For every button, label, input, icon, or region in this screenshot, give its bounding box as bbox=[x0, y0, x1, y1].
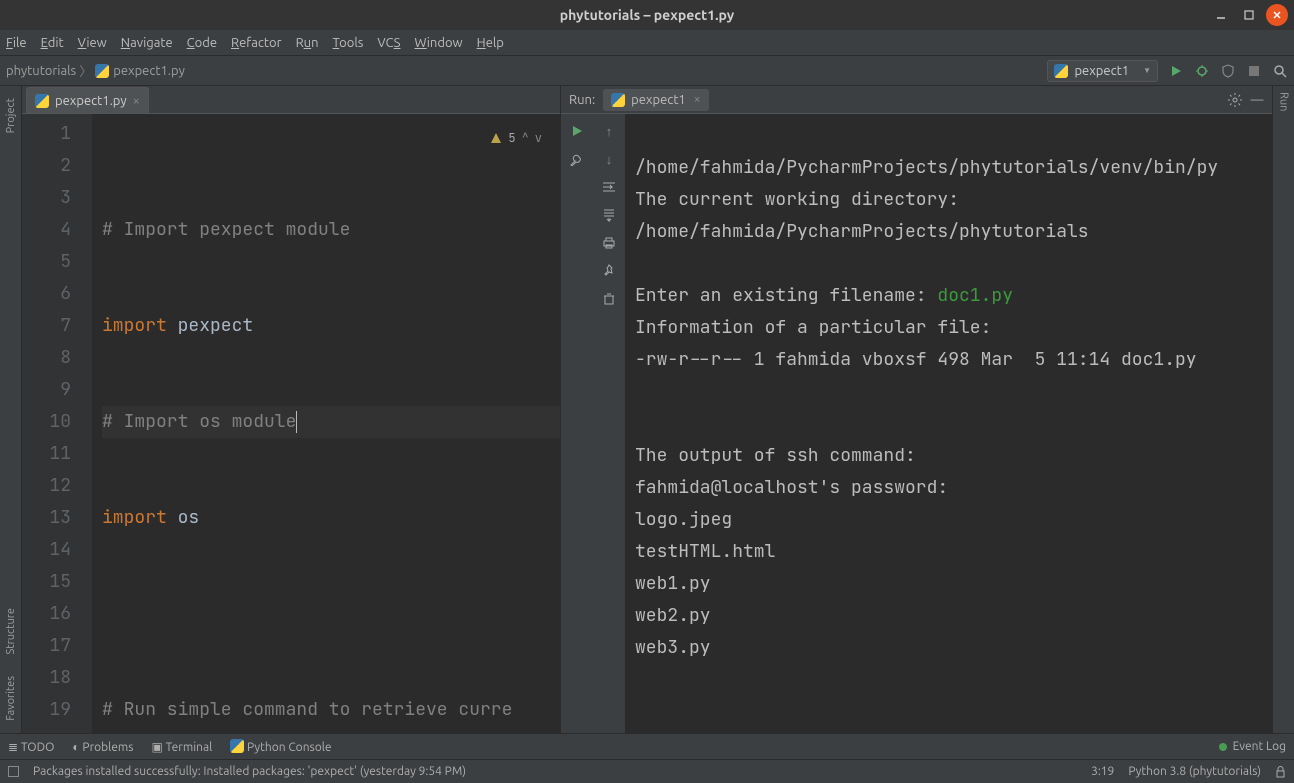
python-icon bbox=[611, 93, 625, 107]
run-panel-header: Run: pexpect1 × — bbox=[561, 86, 1272, 114]
breadcrumb-file[interactable]: pexpect1.py bbox=[113, 64, 185, 78]
scroll-to-end-icon[interactable] bbox=[600, 206, 618, 224]
line-number-gutter: 12345678910111213141516171819 bbox=[22, 114, 92, 733]
terminal-tool[interactable]: ▣ Terminal bbox=[151, 740, 212, 754]
print-icon[interactable] bbox=[600, 234, 618, 252]
menu-run[interactable]: Run bbox=[296, 36, 319, 50]
toolwindow-run[interactable]: Run bbox=[1278, 86, 1290, 117]
toolwindow-structure[interactable]: Structure bbox=[5, 602, 17, 661]
menu-help[interactable]: Help bbox=[477, 36, 504, 50]
event-log-tool[interactable]: Event Log bbox=[1233, 740, 1286, 753]
minimize-button[interactable] bbox=[1210, 4, 1232, 26]
bottom-toolbar: ≣ TODO ◐ Problems ▣ Terminal Python Cons… bbox=[0, 733, 1294, 759]
pin-icon[interactable] bbox=[600, 262, 618, 280]
menu-view[interactable]: View bbox=[78, 36, 107, 50]
toolwindow-favorites[interactable]: Favorites bbox=[5, 670, 17, 727]
run-config-name: pexpect1 bbox=[1074, 64, 1129, 78]
close-run-tab-icon[interactable]: × bbox=[694, 93, 701, 106]
menu-window[interactable]: Window bbox=[414, 36, 462, 50]
up-arrow-icon[interactable]: ↑ bbox=[600, 122, 618, 140]
breadcrumb: phytutorials 〉 pexpect1.py bbox=[6, 61, 185, 80]
right-tool-gutter: Run bbox=[1272, 86, 1294, 733]
menu-file[interactable]: File bbox=[6, 36, 27, 50]
run-console[interactable]: /home/fahmida/PycharmProjects/phytutoria… bbox=[625, 114, 1272, 733]
rerun-icon[interactable] bbox=[568, 122, 586, 140]
run-toolbar-left bbox=[561, 114, 593, 733]
trash-icon[interactable] bbox=[600, 290, 618, 308]
stop-icon[interactable] bbox=[1246, 63, 1262, 79]
softwrap-icon[interactable] bbox=[600, 178, 618, 196]
lock-icon[interactable] bbox=[1275, 766, 1286, 778]
code-content[interactable]: 5 ^v # Import pexpect module import pexp… bbox=[92, 114, 560, 733]
python-icon bbox=[1054, 64, 1068, 78]
close-tab-icon[interactable]: × bbox=[133, 94, 140, 108]
run-panel-tab[interactable]: pexpect1 × bbox=[603, 89, 708, 111]
statusbar: Packages installed successfully: Install… bbox=[0, 759, 1294, 783]
caret-position: 3:19 bbox=[1091, 765, 1114, 778]
run-panel-label: Run: bbox=[569, 93, 595, 107]
run-configuration-selector[interactable]: pexpect1 ▼ bbox=[1047, 60, 1158, 82]
wrench-icon[interactable] bbox=[568, 150, 586, 168]
run-icon[interactable] bbox=[1168, 63, 1184, 79]
maximize-button[interactable] bbox=[1238, 4, 1260, 26]
debug-icon[interactable] bbox=[1194, 63, 1210, 79]
editor-tabs: pexpect1.py × bbox=[22, 86, 560, 114]
problems-tool[interactable]: ◐ Problems bbox=[72, 740, 133, 754]
run-toolbar-right: ↑ ↓ bbox=[593, 114, 625, 733]
python-file-icon bbox=[95, 64, 109, 78]
hide-panel-icon[interactable]: — bbox=[1250, 93, 1264, 107]
titlebar: phytutorials – pexpect1.py bbox=[0, 0, 1294, 30]
close-button[interactable] bbox=[1266, 4, 1288, 26]
menu-edit[interactable]: Edit bbox=[41, 36, 64, 50]
menu-navigate[interactable]: Navigate bbox=[121, 36, 173, 50]
toolwindow-toggle-icon[interactable] bbox=[8, 766, 19, 777]
toolwindow-project[interactable]: Project bbox=[5, 92, 17, 139]
editor-area: pexpect1.py × 12345678910111213141516171… bbox=[22, 86, 560, 733]
down-arrow-icon[interactable]: ↓ bbox=[600, 150, 618, 168]
code-editor[interactable]: 12345678910111213141516171819 5 ^v # Imp… bbox=[22, 114, 560, 733]
run-panel: Run: pexpect1 × — ↑ ↓ bbox=[560, 86, 1272, 733]
coverage-icon[interactable] bbox=[1220, 63, 1236, 79]
todo-tool[interactable]: ≣ TODO bbox=[8, 740, 54, 754]
menubar: File Edit View Navigate Code Refactor Ru… bbox=[0, 30, 1294, 56]
menu-tools[interactable]: Tools bbox=[333, 36, 364, 50]
left-tool-gutter: Project Structure Favorites bbox=[0, 86, 22, 733]
menu-vcs[interactable]: VCS bbox=[377, 36, 400, 50]
menu-code[interactable]: Code bbox=[187, 36, 217, 50]
gear-icon[interactable] bbox=[1228, 93, 1242, 107]
window-title: phytutorials – pexpect1.py bbox=[560, 7, 734, 23]
navbar: phytutorials 〉 pexpect1.py pexpect1 ▼ bbox=[0, 56, 1294, 86]
python-console-tool[interactable]: Python Console bbox=[230, 739, 331, 754]
search-icon[interactable] bbox=[1272, 63, 1288, 79]
breadcrumb-root[interactable]: phytutorials bbox=[6, 64, 76, 78]
chevron-down-icon: ▼ bbox=[1143, 66, 1151, 75]
editor-tab-pexpect1[interactable]: pexpect1.py × bbox=[26, 87, 149, 113]
event-log-indicator-icon bbox=[1219, 743, 1227, 751]
editor-tab-label: pexpect1.py bbox=[55, 94, 127, 108]
inspection-badge[interactable]: 5 ^v bbox=[490, 122, 542, 154]
interpreter-label[interactable]: Python 3.8 (phytutorials) bbox=[1128, 765, 1261, 778]
python-file-icon bbox=[35, 94, 49, 108]
run-panel-tab-label: pexpect1 bbox=[631, 93, 686, 107]
menu-refactor[interactable]: Refactor bbox=[231, 36, 282, 50]
status-message: Packages installed successfully: Install… bbox=[33, 765, 466, 778]
